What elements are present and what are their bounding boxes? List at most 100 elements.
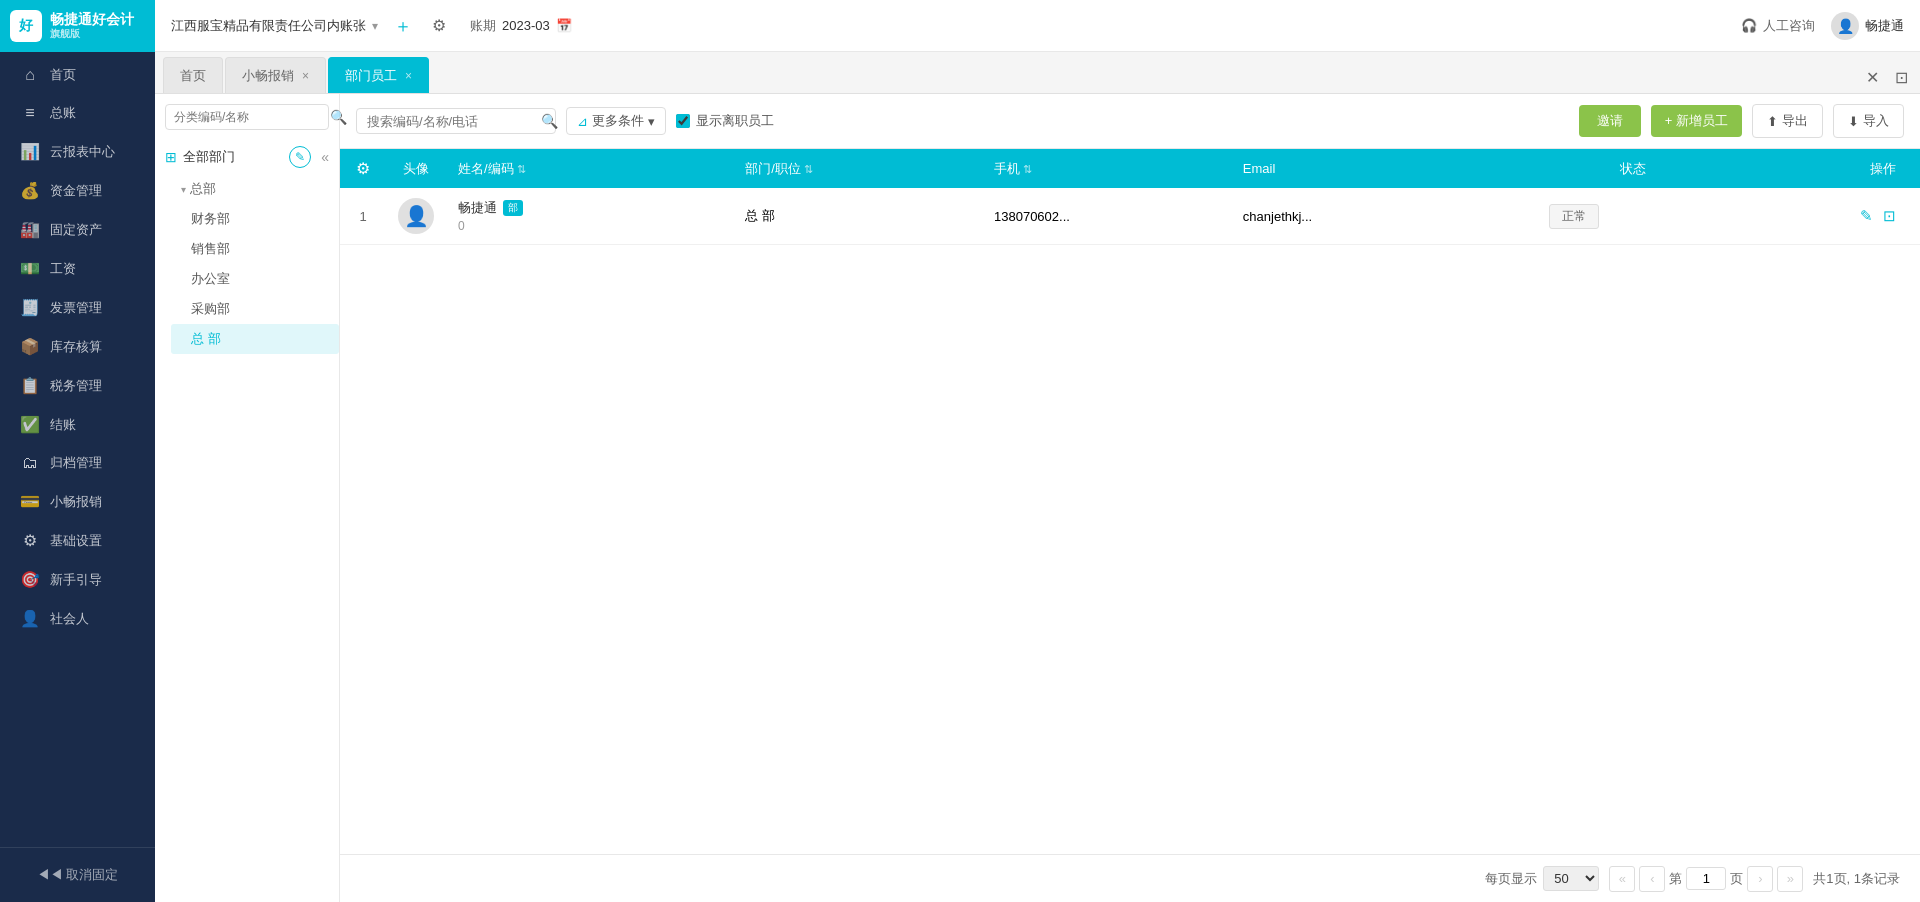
sidebar-item-basic-settings[interactable]: ⚙ 基础设置: [0, 521, 155, 560]
row-email: chanjethkj...: [1231, 188, 1537, 245]
ledger-icon: ≡: [20, 104, 40, 122]
import-label: 导入: [1863, 112, 1889, 130]
prev-page-button[interactable]: ‹: [1639, 866, 1665, 892]
logo-icon: 好: [10, 10, 42, 42]
sidebar-item-invoice[interactable]: 🧾 发票管理: [0, 288, 155, 327]
status-badge: 正常: [1549, 204, 1599, 229]
close-books-icon: ✅: [20, 415, 40, 434]
dept-search-input[interactable]: [174, 110, 324, 124]
last-page-button[interactable]: »: [1777, 866, 1803, 892]
sidebar-item-funds[interactable]: 💰 资金管理: [0, 171, 155, 210]
right-panel: 🔍 ⊿ 更多条件 ▾ 显示离职员工 邀请 + 新增员工 ⬆ 导出: [340, 94, 1920, 902]
col-status: 状态: [1537, 149, 1728, 188]
app-logo: 好 畅捷通好会计 旗舰版: [0, 0, 155, 52]
sidebar-item-reports[interactable]: 📊 云报表中心: [0, 132, 155, 171]
reports-icon: 📊: [20, 142, 40, 161]
tab-expense-close-icon[interactable]: ×: [302, 69, 309, 83]
filter-label: 更多条件: [592, 112, 644, 130]
page-number-input[interactable]: [1686, 867, 1726, 890]
main-area: 江西服宝精品有限责任公司内账张 ▾ ＋ ⚙ 账期 2023-03 📅 🎧 人工咨…: [155, 0, 1920, 902]
col-dept[interactable]: 部门/职位: [733, 149, 982, 188]
company-selector[interactable]: 江西服宝精品有限责任公司内账张 ▾: [171, 17, 378, 35]
archive-icon: 🗂: [20, 454, 40, 472]
dept-root-label: ▾ 总部: [171, 174, 339, 204]
dept-item-purchase[interactable]: 采购部: [171, 294, 339, 324]
tab-employees-close-icon[interactable]: ×: [405, 69, 412, 83]
dept-item-hq[interactable]: 总 部: [171, 324, 339, 354]
sidebar-item-close[interactable]: ✅ 结账: [0, 405, 155, 444]
more-employee-button[interactable]: ⊡: [1883, 207, 1896, 225]
pagination-nav: « ‹ 第 页 › »: [1609, 866, 1803, 892]
avatar-circle: 👤: [398, 198, 434, 234]
sidebar-item-tax[interactable]: 📋 税务管理: [0, 366, 155, 405]
support-button[interactable]: 🎧 人工咨询: [1741, 17, 1815, 35]
show-resigned-checkbox[interactable]: [676, 114, 690, 128]
sidebar-item-home[interactable]: ⌂ 首页: [0, 56, 155, 94]
employee-table-container: ⚙ 头像 姓名/编码 部门/职位 手机 Email 状态 操作 1: [340, 149, 1920, 854]
avatar: 👤: [1831, 12, 1859, 40]
invoice-icon: 🧾: [20, 298, 40, 317]
add-company-button[interactable]: ＋: [390, 14, 416, 38]
settings-icon: ⚙: [20, 531, 40, 550]
import-button[interactable]: ⬇ 导入: [1833, 104, 1904, 138]
home-icon: ⌂: [20, 66, 40, 84]
app-title: 畅捷通好会计: [50, 11, 134, 28]
page-text: 第: [1669, 870, 1682, 888]
sidebar-bottom: ◀◀ 取消固定: [0, 847, 155, 902]
export-button[interactable]: ⬆ 导出: [1752, 104, 1823, 138]
tab-close-button[interactable]: ✕: [1862, 66, 1883, 89]
calendar-icon: 📅: [556, 18, 572, 33]
dept-badge: 部: [503, 200, 523, 216]
col-settings: ⚙: [340, 149, 386, 188]
tab-employees[interactable]: 部门员工 ×: [328, 57, 429, 93]
settings-button[interactable]: ⚙: [428, 16, 450, 35]
sidebar-item-ledger[interactable]: ≡ 总账: [0, 94, 155, 132]
dept-item-finance[interactable]: 财务部: [171, 204, 339, 234]
sidebar-item-guide[interactable]: 🎯 新手引导: [0, 560, 155, 599]
tab-expand-button[interactable]: ⊡: [1891, 66, 1912, 89]
sidebar-item-social[interactable]: 👤 社会人: [0, 599, 155, 638]
dept-all-row[interactable]: ⊞ 全部部门 ✎ «: [155, 140, 339, 174]
topbar: 江西服宝精品有限责任公司内账张 ▾ ＋ ⚙ 账期 2023-03 📅 🎧 人工咨…: [155, 0, 1920, 52]
sidebar-item-salary[interactable]: 💵 工资: [0, 249, 155, 288]
company-name: 江西服宝精品有限责任公司内账张: [171, 17, 366, 35]
page-label: 页: [1730, 870, 1743, 888]
first-page-button[interactable]: «: [1609, 866, 1635, 892]
cancel-fixed-button[interactable]: ◀◀ 取消固定: [0, 858, 155, 892]
sidebar-nav: ⌂ 首页 ≡ 总账 📊 云报表中心 💰 资金管理 🏭 固定资产 💵 工资 🧾 发…: [0, 52, 155, 847]
employee-search-icon[interactable]: 🔍: [541, 113, 558, 129]
invite-button[interactable]: 邀请: [1579, 105, 1641, 137]
page-info: 共1页, 1条记录: [1813, 870, 1900, 888]
tab-home[interactable]: 首页: [163, 57, 223, 93]
sidebar-item-archive[interactable]: 🗂 归档管理: [0, 444, 155, 482]
row-dept: 总 部: [733, 188, 982, 245]
per-page-select[interactable]: 50 10 20 100: [1543, 866, 1599, 891]
dept-grid-icon: ⊞: [165, 149, 177, 165]
col-name[interactable]: 姓名/编码: [446, 149, 733, 188]
dept-arrow-icon: ▾: [181, 184, 186, 195]
edit-employee-button[interactable]: ✎: [1860, 207, 1873, 225]
dept-edit-button[interactable]: ✎: [289, 146, 311, 168]
column-settings-icon[interactable]: ⚙: [356, 160, 370, 177]
employee-table: ⚙ 头像 姓名/编码 部门/职位 手机 Email 状态 操作 1: [340, 149, 1920, 245]
tab-expense[interactable]: 小畅报销 ×: [225, 57, 326, 93]
period-selector[interactable]: 账期 2023-03 📅: [470, 17, 572, 35]
sidebar-item-expense[interactable]: 💳 小畅报销: [0, 482, 155, 521]
left-panel: 🔍 ⊞ 全部部门 ✎ « ▾ 总部 财务部 销售部 办公室 采购部 总 部: [155, 94, 340, 902]
sidebar-item-inventory[interactable]: 📦 库存核算: [0, 327, 155, 366]
add-employee-button[interactable]: + 新增员工: [1651, 105, 1742, 137]
user-menu[interactable]: 👤 畅捷通: [1831, 12, 1904, 40]
dept-item-office[interactable]: 办公室: [171, 264, 339, 294]
sidebar-item-assets[interactable]: 🏭 固定资产: [0, 210, 155, 249]
dept-item-sales[interactable]: 销售部: [171, 234, 339, 264]
col-phone[interactable]: 手机: [982, 149, 1231, 188]
ops-buttons: ✎ ⊡: [1741, 207, 1896, 225]
dept-collapse-icon[interactable]: «: [321, 149, 329, 165]
employee-search-input[interactable]: [367, 114, 535, 129]
row-name: 畅捷通 部 0: [446, 188, 733, 245]
show-resigned-label: 显示离职员工: [696, 112, 774, 130]
row-status: 正常: [1537, 188, 1728, 245]
filter-button[interactable]: ⊿ 更多条件 ▾: [566, 107, 666, 135]
tab-expense-label: 小畅报销: [242, 67, 294, 85]
next-page-button[interactable]: ›: [1747, 866, 1773, 892]
